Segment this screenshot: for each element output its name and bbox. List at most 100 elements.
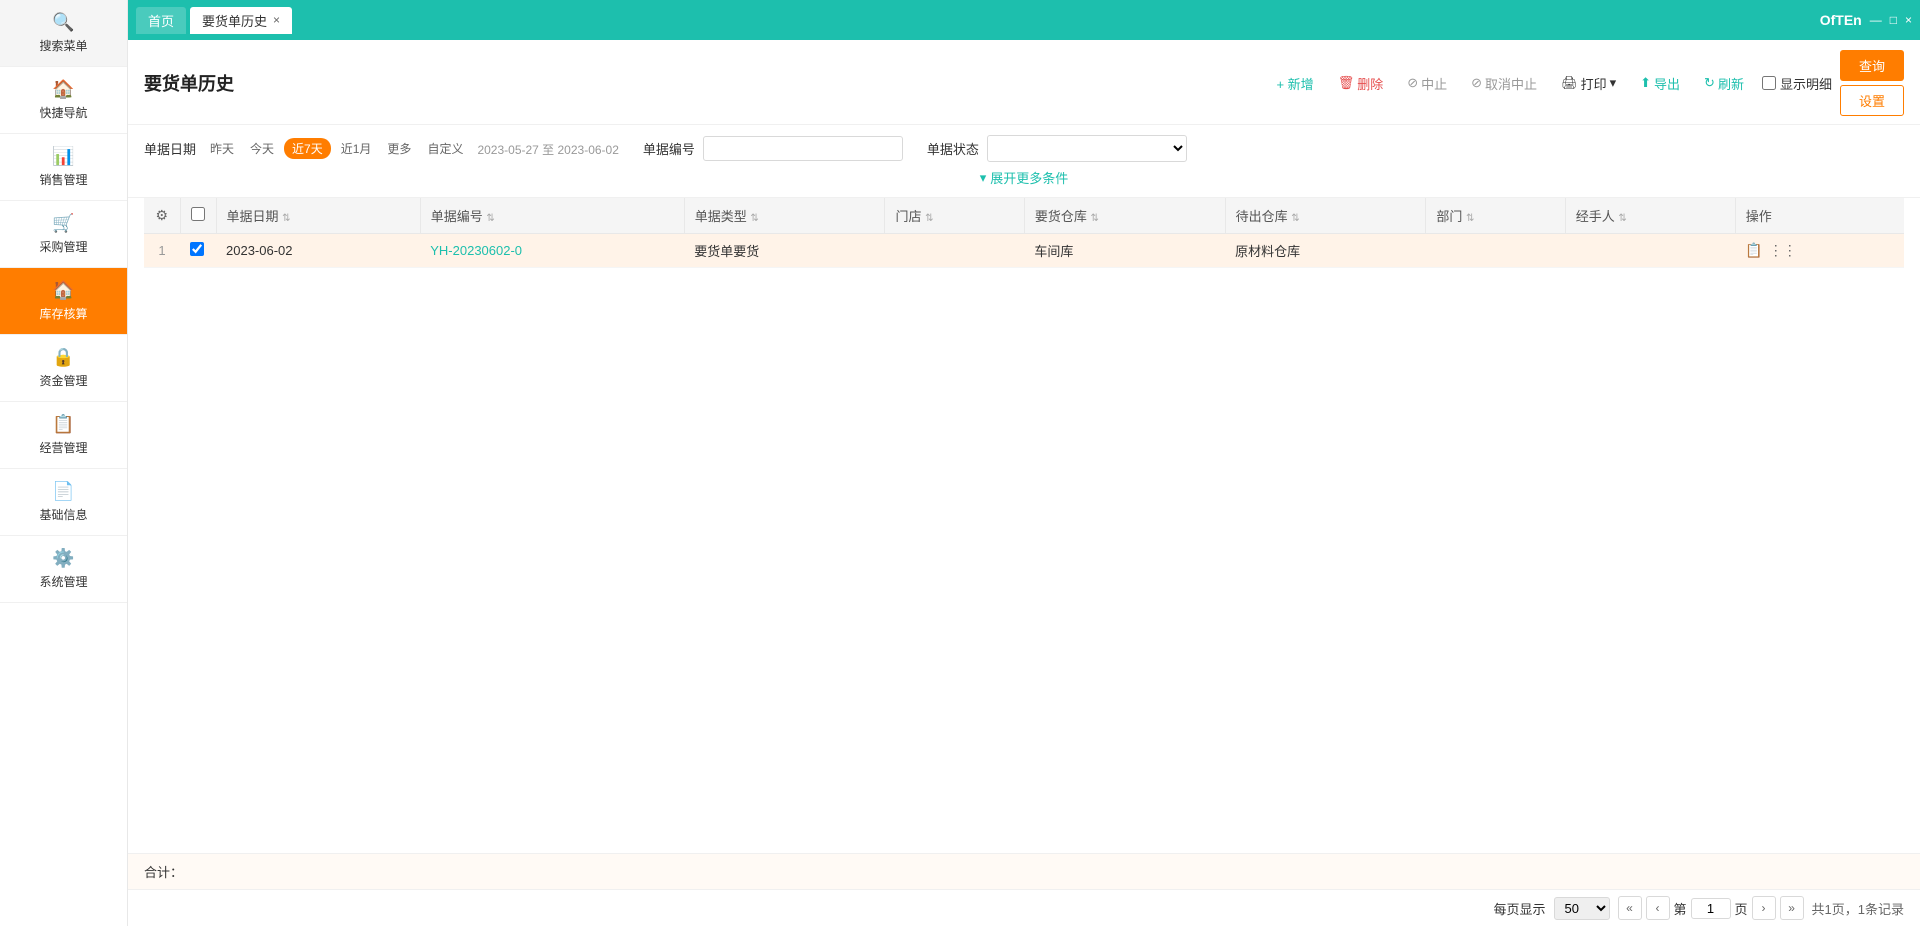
display-detail-checkbox[interactable]	[1762, 76, 1776, 90]
home-tab-label: 首页	[148, 11, 174, 30]
sidebar-item-search-menu[interactable]: 🔍 搜索菜单	[0, 0, 127, 67]
maximize-button[interactable]: □	[1890, 13, 1897, 27]
minimize-button[interactable]: —	[1870, 13, 1882, 27]
col-pending-warehouse-sort[interactable]: ⇅	[1291, 213, 1299, 224]
col-action: 操作	[1735, 198, 1904, 234]
per-page-select[interactable]: 50 100	[1554, 897, 1610, 920]
expand-more-btn[interactable]: ▾ 展开更多条件	[144, 168, 1904, 187]
col-date-label: 单据日期	[227, 209, 279, 224]
topbar-controls: OfTEn — □ ×	[1820, 12, 1912, 28]
row-view-icon[interactable]: 📋	[1745, 242, 1762, 259]
col-bill-type: 单据类型 ⇅	[684, 198, 885, 234]
col-handler-sort[interactable]: ⇅	[1618, 213, 1626, 224]
refresh-button[interactable]: ↻ 刷新	[1698, 70, 1750, 97]
date-filter-group: 单据日期 昨天 今天 近7天 近1月 更多 自定义 2023-05-27 至 2…	[144, 138, 619, 159]
sidebar-item-label: 经营管理	[39, 439, 87, 456]
col-handler-label: 经手人	[1576, 209, 1615, 224]
tab-close-icon[interactable]: ×	[273, 13, 280, 27]
pagination: 每页显示 50 100 « ‹ 第 页 › » 共1页，1条记录	[128, 889, 1920, 926]
col-store-sort[interactable]: ⇅	[925, 213, 933, 224]
expand-icon: ▾	[980, 170, 987, 186]
status-select[interactable]	[987, 135, 1187, 162]
display-detail-toggle[interactable]: 显示明细	[1762, 74, 1832, 93]
date-range-display: 2023-05-27 至 2023-06-02	[477, 141, 618, 158]
content-area: 要货单历史 + 新增 🗑 删除 ⊘ 中止 ⊘	[128, 40, 1920, 926]
delete-button-label: 删除	[1357, 74, 1383, 93]
sidebar-item-label: 资金管理	[39, 372, 87, 389]
bill-no-link[interactable]: YH-20230602-0	[430, 243, 522, 258]
delete-button[interactable]: 🗑 删除	[1332, 70, 1390, 97]
per-page-label: 每页显示	[1493, 899, 1545, 918]
operations-icon: 📋	[52, 414, 74, 435]
col-action-label: 操作	[1746, 209, 1772, 224]
refresh-icon: ↻	[1704, 75, 1715, 91]
col-date-sort[interactable]: ⇅	[282, 213, 290, 224]
print-icon: 🖨	[1561, 75, 1578, 91]
date-opt-1month[interactable]: 近1月	[335, 138, 378, 159]
status-label: 单据状态	[927, 139, 979, 158]
date-options: 昨天 今天 近7天 近1月 更多 自定义	[204, 138, 469, 159]
bill-no-input[interactable]	[703, 136, 903, 161]
total-info: 共1页，1条记录	[1812, 899, 1904, 918]
sidebar-item-inventory[interactable]: 🏠 库存核算	[0, 268, 127, 335]
col-pending-warehouse: 待出仓库 ⇅	[1225, 198, 1426, 234]
sidebar-item-sales[interactable]: 📊 销售管理	[0, 134, 127, 201]
prev-page-button[interactable]: ‹	[1646, 896, 1670, 920]
sidebar-item-quick-nav[interactable]: 🏠 快捷导航	[0, 67, 127, 134]
tab-home[interactable]: 首页	[136, 7, 186, 34]
col-bill-type-label: 单据类型	[695, 209, 747, 224]
row-checkbox-cell	[180, 234, 216, 268]
sum-label: 合计：	[144, 862, 183, 881]
col-date: 单据日期 ⇅	[216, 198, 420, 234]
search-icon: 🔍	[52, 12, 74, 33]
print-label: 打印	[1581, 74, 1607, 93]
stop-button[interactable]: ⊘ 中止	[1401, 70, 1453, 97]
col-department-sort[interactable]: ⇅	[1466, 213, 1474, 224]
last-page-button[interactable]: »	[1780, 896, 1804, 920]
sidebar-item-system[interactable]: ⚙️ 系统管理	[0, 536, 127, 603]
date-opt-7days[interactable]: 近7天	[284, 138, 331, 159]
export-button[interactable]: ⬆ 导出	[1634, 70, 1686, 97]
row-bill-no: YH-20230602-0	[420, 234, 684, 268]
date-opt-yesterday[interactable]: 昨天	[204, 138, 240, 159]
sidebar-item-operations[interactable]: 📋 经营管理	[0, 402, 127, 469]
cancel-stop-button[interactable]: ⊘ 取消中止	[1465, 70, 1543, 97]
home-icon: 🏠	[52, 79, 74, 100]
delete-icon: 🗑	[1338, 75, 1355, 91]
window-close-button[interactable]: ×	[1905, 13, 1912, 27]
col-store: 门店 ⇅	[885, 198, 1024, 234]
col-bill-no: 单据编号 ⇅	[420, 198, 684, 234]
date-opt-more[interactable]: 更多	[381, 138, 417, 159]
action-buttons: 查询 设置	[1840, 50, 1904, 116]
query-button[interactable]: 查询	[1840, 50, 1904, 81]
sidebar-item-label: 销售管理	[39, 171, 87, 188]
stop-button-label: 中止	[1421, 74, 1447, 93]
col-req-warehouse-sort[interactable]: ⇅	[1090, 213, 1098, 224]
date-opt-today[interactable]: 今天	[244, 138, 280, 159]
select-all-checkbox[interactable]	[191, 207, 205, 221]
row-more-icon[interactable]: ⋮⋮	[1769, 242, 1797, 259]
active-tab-label: 要货单历史	[202, 11, 267, 30]
row-req-warehouse: 车间库	[1024, 234, 1225, 268]
sidebar-item-purchase[interactable]: 🛒 采购管理	[0, 201, 127, 268]
sidebar-item-finance[interactable]: 🔒 资金管理	[0, 335, 127, 402]
col-settings: ⚙	[144, 198, 180, 234]
settings-button[interactable]: 设置	[1840, 85, 1904, 116]
bill-no-filter-group: 单据编号	[643, 136, 903, 161]
print-button[interactable]: 🖨 打印 ▾	[1555, 70, 1622, 97]
new-button[interactable]: + 新增	[1270, 70, 1319, 97]
sidebar-item-basic-info[interactable]: 📄 基础信息	[0, 469, 127, 536]
row-checkbox[interactable]	[190, 242, 204, 256]
first-page-button[interactable]: «	[1618, 896, 1642, 920]
date-opt-custom[interactable]: 自定义	[421, 138, 469, 159]
next-page-button[interactable]: ›	[1752, 896, 1776, 920]
basic-info-icon: 📄	[52, 481, 74, 502]
filter-area: 单据日期 昨天 今天 近7天 近1月 更多 自定义 2023-05-27 至 2…	[128, 125, 1920, 198]
tab-active[interactable]: 要货单历史 ×	[190, 7, 292, 34]
col-checkbox	[180, 198, 216, 234]
column-settings-icon[interactable]: ⚙	[154, 207, 170, 224]
col-bill-type-sort[interactable]: ⇅	[750, 213, 758, 224]
data-table: ⚙ 单据日期 ⇅ 单据编号 ⇅	[144, 198, 1904, 268]
col-bill-no-sort[interactable]: ⇅	[486, 213, 494, 224]
page-number-input[interactable]	[1691, 898, 1731, 919]
